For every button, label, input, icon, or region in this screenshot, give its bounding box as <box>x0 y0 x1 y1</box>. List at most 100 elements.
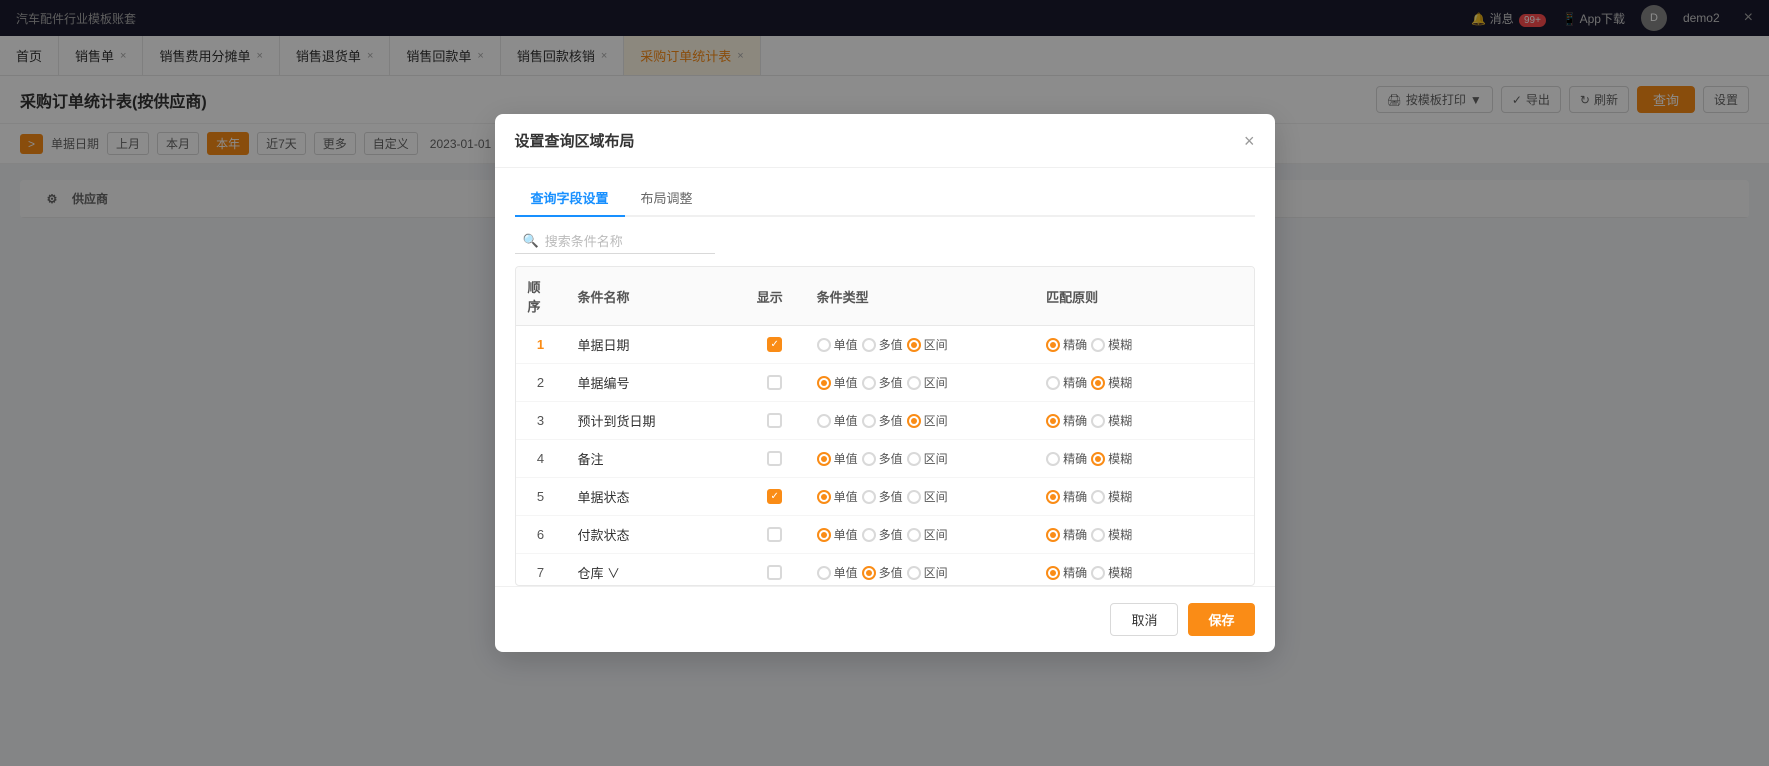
cell-type[interactable]: 单值多值区间 <box>805 402 1034 440</box>
cell-display[interactable] <box>745 326 805 364</box>
cell-match[interactable]: 精确模糊 <box>1034 554 1253 587</box>
type-radio-item[interactable]: 区间 <box>907 374 948 391</box>
cell-type[interactable]: 单值 多值区间 <box>805 326 1034 364</box>
cell-display[interactable] <box>745 516 805 554</box>
cell-type[interactable]: 单值多值区间 <box>805 364 1034 402</box>
cell-display[interactable] <box>745 440 805 478</box>
match-radio-item[interactable]: 精确 <box>1046 488 1087 505</box>
match-radio-item[interactable]: 模糊 <box>1091 564 1132 581</box>
cell-type[interactable]: 单值多值区间 <box>805 440 1034 478</box>
radio-label: 单值 <box>834 336 858 353</box>
display-checkbox[interactable] <box>767 337 782 352</box>
col-header-order: 顺序 <box>516 267 566 326</box>
display-checkbox[interactable] <box>767 565 782 580</box>
match-radio-item[interactable]: 模糊 <box>1091 412 1132 429</box>
match-radio-item[interactable]: 模糊 <box>1091 450 1132 467</box>
match-radio-item[interactable]: 精确 <box>1046 336 1087 353</box>
type-radio-item[interactable]: 单值 <box>817 450 858 467</box>
modal-table: 顺序 条件名称 显示 条件类型 匹配原则 1单据日期单值多值区间精确模糊2单据编… <box>516 267 1254 586</box>
match-radio-item[interactable]: 精确 <box>1046 412 1087 429</box>
cell-type[interactable]: 单值多值区间 <box>805 554 1034 587</box>
cell-name: 预计到货日期 <box>565 402 744 440</box>
cell-display[interactable] <box>745 478 805 516</box>
modal-table-wrapper: 顺序 条件名称 显示 条件类型 匹配原则 1单据日期单值多值区间精确模糊2单据编… <box>515 266 1255 586</box>
modal-tab-query-fields[interactable]: 查询字段设置 <box>515 180 625 215</box>
cell-order: 2 <box>516 364 566 402</box>
match-radio-item[interactable]: 模糊 <box>1091 374 1132 391</box>
display-checkbox[interactable] <box>767 527 782 542</box>
radio-circle <box>1091 528 1105 542</box>
cell-display[interactable] <box>745 402 805 440</box>
type-radio-item[interactable]: 多值 <box>862 564 903 581</box>
cell-name: 仓库 ∨ <box>565 554 744 587</box>
cell-match[interactable]: 精确模糊 <box>1034 516 1253 554</box>
radio-circle <box>1046 338 1060 352</box>
cell-match[interactable]: 精确模糊 <box>1034 478 1253 516</box>
modal-close-btn[interactable]: × <box>1244 132 1255 150</box>
radio-circle <box>1046 528 1060 542</box>
cell-match[interactable]: 精确模糊 <box>1034 440 1253 478</box>
cancel-button[interactable]: 取消 <box>1110 603 1178 636</box>
radio-circle <box>1091 338 1105 352</box>
display-checkbox[interactable] <box>767 375 782 390</box>
type-radio-item[interactable]: 多值 <box>862 336 903 353</box>
radio-label: 模糊 <box>1108 336 1132 353</box>
display-checkbox[interactable] <box>767 451 782 466</box>
modal-tab-layout[interactable]: 布局调整 <box>625 180 709 215</box>
match-radio-item[interactable]: 模糊 <box>1091 526 1132 543</box>
cell-type[interactable]: 单值多值区间 <box>805 516 1034 554</box>
cell-type[interactable]: 单值多值区间 <box>805 478 1034 516</box>
display-checkbox[interactable] <box>767 413 782 428</box>
modal-search-input[interactable] <box>545 234 721 249</box>
radio-label: 精确 <box>1063 526 1087 543</box>
type-radio-item[interactable]: 单值 <box>817 488 858 505</box>
radio-label: 单值 <box>834 564 858 581</box>
radio-circle <box>1091 490 1105 504</box>
cell-match[interactable]: 精确 模糊 <box>1034 326 1253 364</box>
cell-name: 付款状态 <box>565 516 744 554</box>
type-radio-item[interactable]: 多值 <box>862 526 903 543</box>
type-radio-item[interactable]: 多值 <box>862 488 903 505</box>
col-header-match: 匹配原则 <box>1034 267 1253 326</box>
type-radio-item[interactable]: 单值 <box>817 526 858 543</box>
type-radio-item[interactable]: 多值 <box>862 374 903 391</box>
type-radio-item[interactable]: 区间 <box>907 412 948 429</box>
col-header-display: 显示 <box>745 267 805 326</box>
radio-circle <box>817 528 831 542</box>
display-checkbox[interactable] <box>767 489 782 504</box>
radio-circle <box>907 566 921 580</box>
cell-name: 单据编号 <box>565 364 744 402</box>
type-radio-item[interactable]: 单值 <box>817 374 858 391</box>
radio-circle <box>907 338 921 352</box>
type-radio-item[interactable]: 区间 <box>907 336 948 353</box>
type-radio-item[interactable]: 多值 <box>862 450 903 467</box>
match-radio-item[interactable]: 精确 <box>1046 526 1087 543</box>
type-radio-item[interactable]: 多值 <box>862 412 903 429</box>
type-radio-item[interactable]: 单值 <box>817 412 858 429</box>
match-radio-item[interactable]: 精确 <box>1046 374 1087 391</box>
cell-match[interactable]: 精确模糊 <box>1034 364 1253 402</box>
cell-display[interactable] <box>745 554 805 587</box>
radio-label: 多值 <box>879 336 903 353</box>
match-radio-item[interactable]: 精确 <box>1046 564 1087 581</box>
cell-name: 单据状态 <box>565 478 744 516</box>
radio-label: 模糊 <box>1108 412 1132 429</box>
cell-display[interactable] <box>745 364 805 402</box>
type-radio-item[interactable]: 区间 <box>907 488 948 505</box>
match-radio-item[interactable]: 模糊 <box>1091 488 1132 505</box>
table-row: 7仓库 ∨单值多值区间精确模糊 <box>516 554 1254 587</box>
type-radio-item[interactable]: 单值 <box>817 564 858 581</box>
modal-table-header-row: 顺序 条件名称 显示 条件类型 匹配原则 <box>516 267 1254 326</box>
type-radio-item[interactable]: 区间 <box>907 450 948 467</box>
cell-order: 7 <box>516 554 566 587</box>
type-radio-item[interactable]: 区间 <box>907 564 948 581</box>
radio-circle <box>907 452 921 466</box>
save-button[interactable]: 保存 <box>1188 603 1254 636</box>
type-radio-item[interactable]: 区间 <box>907 526 948 543</box>
match-radio-item[interactable]: 模糊 <box>1091 336 1132 353</box>
match-radio-item[interactable]: 精确 <box>1046 450 1087 467</box>
type-radio-item[interactable]: 单值 <box>817 336 858 353</box>
radio-circle <box>817 490 831 504</box>
cell-match[interactable]: 精确 模糊 <box>1034 402 1253 440</box>
radio-label: 单值 <box>834 450 858 467</box>
